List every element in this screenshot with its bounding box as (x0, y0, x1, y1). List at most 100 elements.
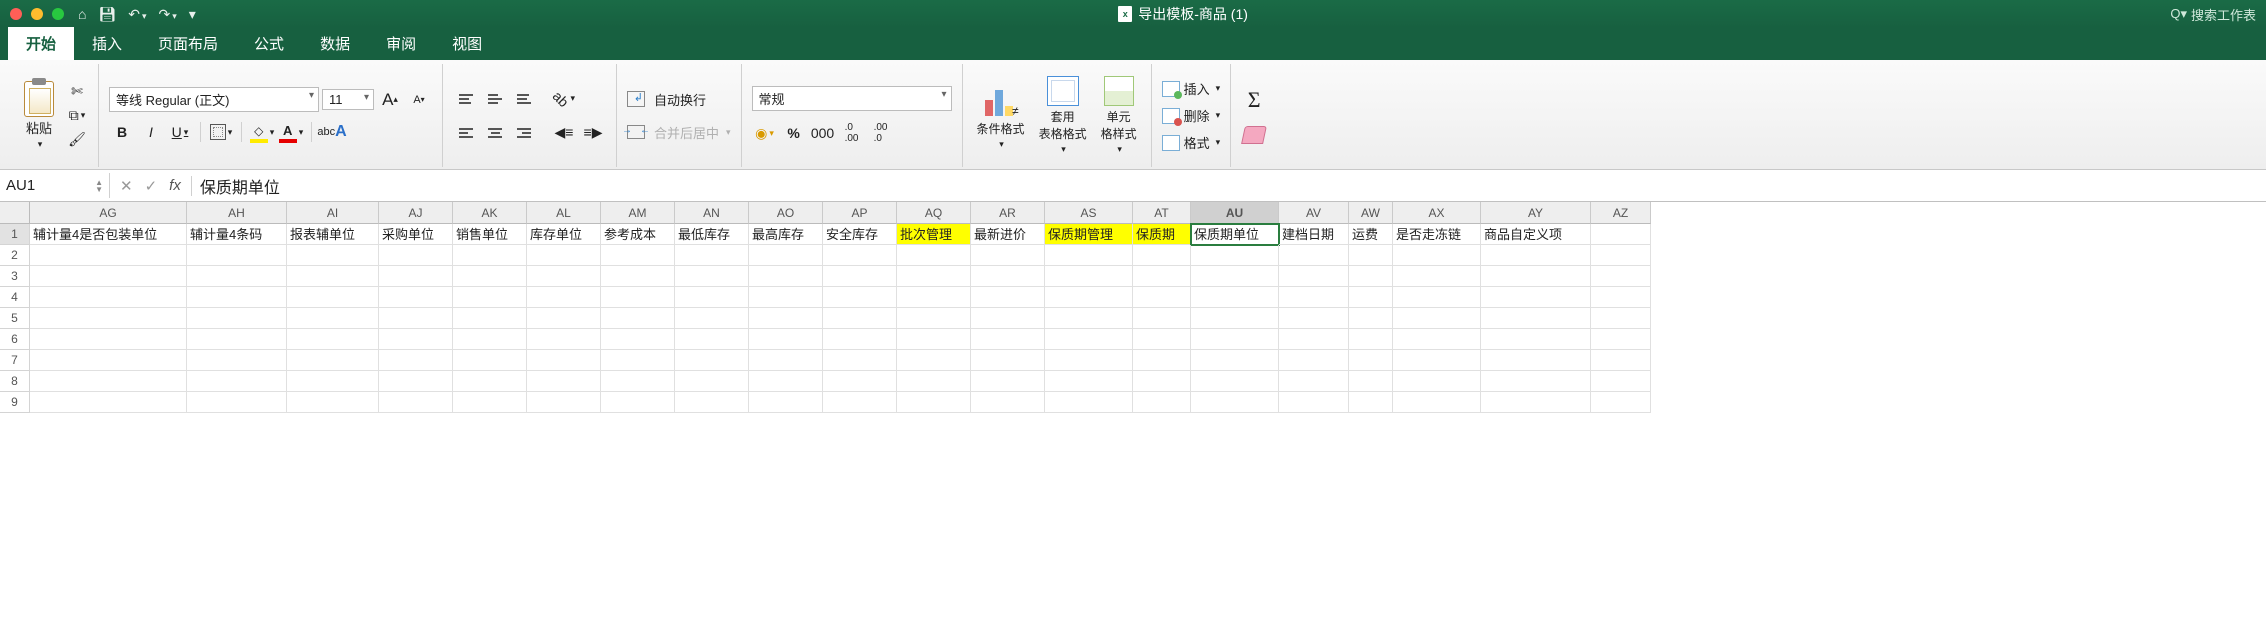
cell-AP2[interactable] (823, 245, 897, 266)
cell-AP9[interactable] (823, 392, 897, 413)
cell-AT5[interactable] (1133, 308, 1191, 329)
cell-AZ1[interactable] (1591, 224, 1651, 245)
cell-AG4[interactable] (30, 287, 187, 308)
cell-AL1[interactable]: 库存单位 (527, 224, 601, 245)
cell-AQ8[interactable] (897, 371, 971, 392)
insert-cells-button[interactable]: 插入▾ (1162, 79, 1221, 98)
cell-AX9[interactable] (1393, 392, 1481, 413)
cell-AK8[interactable] (453, 371, 527, 392)
cell-AP4[interactable] (823, 287, 897, 308)
cell-AQ3[interactable] (897, 266, 971, 287)
cell-AH9[interactable] (187, 392, 287, 413)
cell-AU1[interactable]: 保质期单位 (1191, 224, 1279, 245)
cell-AM2[interactable] (601, 245, 675, 266)
cell-AR9[interactable] (971, 392, 1045, 413)
cell-AQ1[interactable]: 批次管理 (897, 224, 971, 245)
phonetic-guide-button[interactable]: abcA (319, 120, 345, 144)
column-header-AZ[interactable]: AZ (1591, 202, 1651, 224)
cell-AY1[interactable]: 商品自定义项 (1481, 224, 1591, 245)
cell-AY2[interactable] (1481, 245, 1591, 266)
cell-AQ6[interactable] (897, 329, 971, 350)
cell-AJ8[interactable] (379, 371, 453, 392)
cell-AX6[interactable] (1393, 329, 1481, 350)
cell-AK3[interactable] (453, 266, 527, 287)
format-cells-button[interactable]: 格式▾ (1162, 133, 1221, 152)
row-header-3[interactable]: 3 (0, 266, 30, 287)
font-size-dropdown[interactable]: 11 (322, 89, 374, 110)
cell-AU8[interactable] (1191, 371, 1279, 392)
cell-AG7[interactable] (30, 350, 187, 371)
cell-AI3[interactable] (287, 266, 379, 287)
cell-AN2[interactable] (675, 245, 749, 266)
cell-AZ8[interactable] (1591, 371, 1651, 392)
cell-AR2[interactable] (971, 245, 1045, 266)
cell-AX8[interactable] (1393, 371, 1481, 392)
cell-AW2[interactable] (1349, 245, 1393, 266)
cell-AW9[interactable] (1349, 392, 1393, 413)
cell-AT7[interactable] (1133, 350, 1191, 371)
column-header-AX[interactable]: AX (1393, 202, 1481, 224)
italic-button[interactable]: I (138, 120, 164, 144)
cell-AT2[interactable] (1133, 245, 1191, 266)
cell-AH5[interactable] (187, 308, 287, 329)
cell-AV8[interactable] (1279, 371, 1349, 392)
bold-button[interactable]: B (109, 120, 135, 144)
cell-AV2[interactable] (1279, 245, 1349, 266)
cell-AL9[interactable] (527, 392, 601, 413)
enter-formula-icon[interactable]: ✓ (145, 177, 158, 195)
cell-AI2[interactable] (287, 245, 379, 266)
cell-AO1[interactable]: 最高库存 (749, 224, 823, 245)
cell-AG5[interactable] (30, 308, 187, 329)
cell-AZ6[interactable] (1591, 329, 1651, 350)
autosum-icon[interactable]: Σ (1241, 88, 1267, 112)
cell-AJ6[interactable] (379, 329, 453, 350)
cell-AX7[interactable] (1393, 350, 1481, 371)
cell-AR6[interactable] (971, 329, 1045, 350)
cell-AK7[interactable] (453, 350, 527, 371)
cell-AT4[interactable] (1133, 287, 1191, 308)
cell-AT1[interactable]: 保质期 (1133, 224, 1191, 245)
cell-AP7[interactable] (823, 350, 897, 371)
qat-customize-icon[interactable]: ▾ (189, 6, 196, 23)
ribbon-tab-4[interactable]: 数据 (302, 27, 368, 60)
increase-decimal-icon[interactable]: .0.00 (839, 121, 865, 145)
cell-AY8[interactable] (1481, 371, 1591, 392)
cell-AH6[interactable] (187, 329, 287, 350)
cell-AI4[interactable] (287, 287, 379, 308)
cell-AT9[interactable] (1133, 392, 1191, 413)
cell-AU2[interactable] (1191, 245, 1279, 266)
name-box-spinner[interactable]: ▲▼ (95, 179, 103, 193)
percent-format-icon[interactable]: % (781, 121, 807, 145)
cell-AV7[interactable] (1279, 350, 1349, 371)
cell-AG6[interactable] (30, 329, 187, 350)
cell-AW8[interactable] (1349, 371, 1393, 392)
cell-AP8[interactable] (823, 371, 897, 392)
cell-AZ4[interactable] (1591, 287, 1651, 308)
cell-AO2[interactable] (749, 245, 823, 266)
cell-AV4[interactable] (1279, 287, 1349, 308)
cell-AH8[interactable] (187, 371, 287, 392)
cell-AG8[interactable] (30, 371, 187, 392)
row-header-6[interactable]: 6 (0, 329, 30, 350)
select-all-corner[interactable] (0, 202, 30, 224)
cell-AO8[interactable] (749, 371, 823, 392)
cell-AZ7[interactable] (1591, 350, 1651, 371)
column-header-AK[interactable]: AK (453, 202, 527, 224)
cell-AV1[interactable]: 建档日期 (1279, 224, 1349, 245)
orientation-icon[interactable]: ab▾ (551, 87, 577, 111)
cell-AO7[interactable] (749, 350, 823, 371)
column-header-AW[interactable]: AW (1349, 202, 1393, 224)
cell-AV6[interactable] (1279, 329, 1349, 350)
cell-AJ1[interactable]: 采购单位 (379, 224, 453, 245)
cell-AN8[interactable] (675, 371, 749, 392)
cell-AQ2[interactable] (897, 245, 971, 266)
cell-AK9[interactable] (453, 392, 527, 413)
align-center-icon[interactable] (482, 121, 508, 145)
cell-AT6[interactable] (1133, 329, 1191, 350)
format-painter-icon[interactable]: 🖌︎ (66, 130, 88, 150)
cell-AY6[interactable] (1481, 329, 1591, 350)
ribbon-tab-6[interactable]: 视图 (434, 27, 500, 60)
cell-AH1[interactable]: 辅计量4条码 (187, 224, 287, 245)
cell-AV5[interactable] (1279, 308, 1349, 329)
cell-AO9[interactable] (749, 392, 823, 413)
